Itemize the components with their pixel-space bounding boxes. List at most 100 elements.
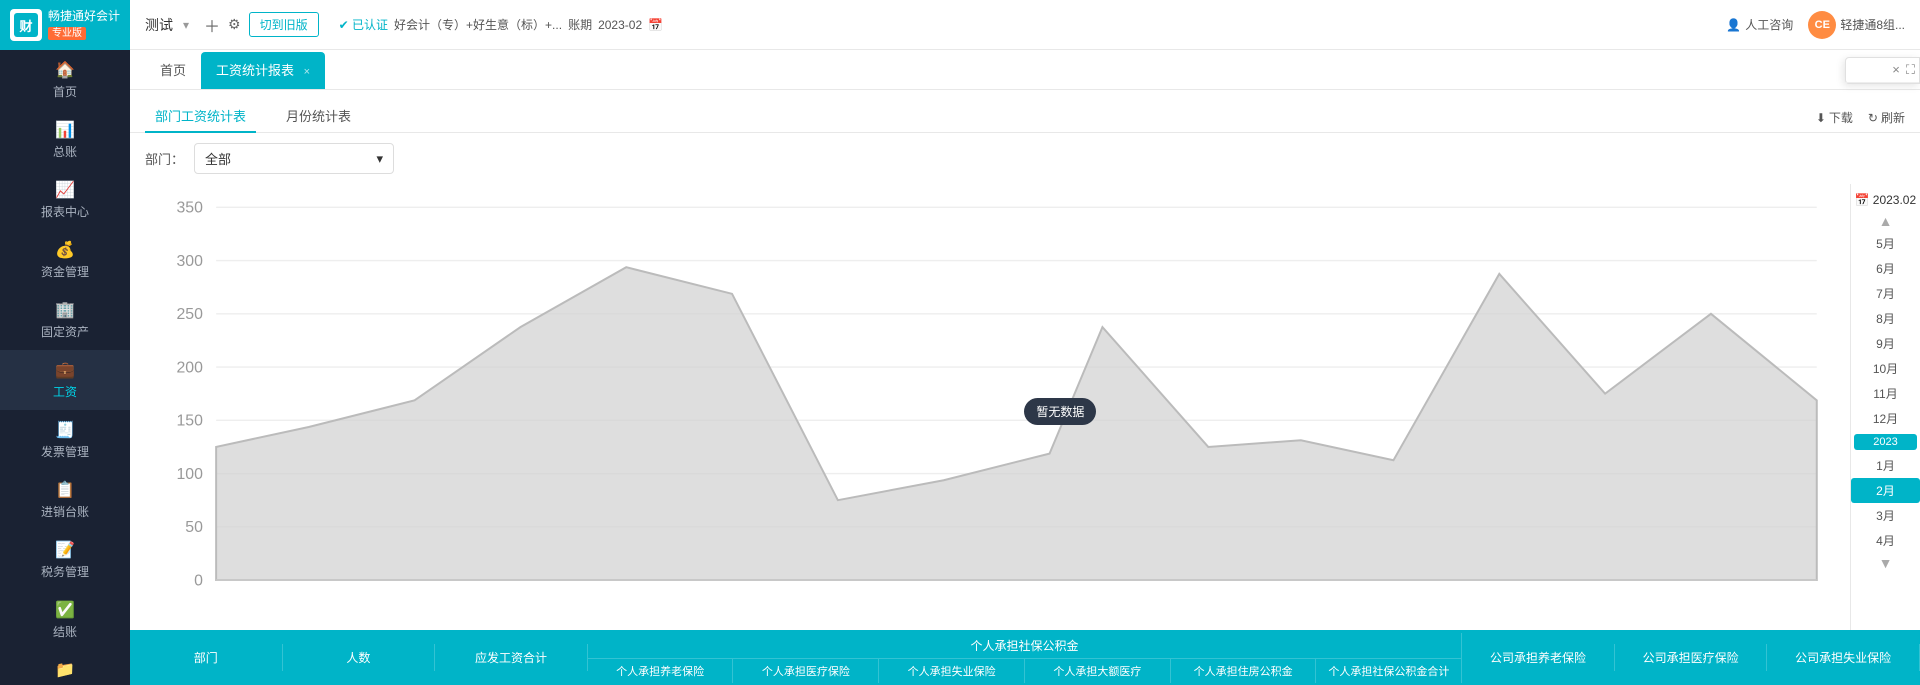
sidebar-item-tax-mgmt[interactable]: 📝 税务管理 [0, 530, 130, 590]
product-tags: 好会计（专）+好生意（标）+... [394, 16, 562, 33]
period-label: 账期 [568, 16, 592, 33]
user-menu[interactable]: CE 轻捷通8组... [1808, 11, 1905, 39]
svg-text:150: 150 [176, 413, 203, 430]
department-select[interactable]: 全部 ▾ [194, 143, 394, 174]
panel-close-button[interactable]: × [1892, 62, 1900, 78]
filter-row: 部门： 全部 ▾ [130, 133, 1920, 184]
th-personal-unemployment: 个人承担失业保险 [879, 659, 1025, 683]
certified-tag: ✔ 已认证 [339, 16, 388, 33]
logo-icon: 财 [10, 9, 42, 41]
gear-button[interactable]: ⚙ [228, 16, 241, 33]
tab-home[interactable]: 首页 [145, 52, 201, 89]
cal-month-12[interactable]: 12月 [1851, 406, 1920, 431]
calendar-header: 📅 2023.02 [1855, 189, 1916, 211]
tab-close-icon[interactable]: × [304, 66, 310, 78]
cal-month-9[interactable]: 9月 [1851, 331, 1920, 356]
calendar-icon-small: 📅 [1855, 193, 1870, 207]
th-personal-major-medical: 个人承担大额医疗 [1025, 659, 1171, 683]
cal-month-4[interactable]: 4月 [1851, 528, 1920, 553]
cal-month-1[interactable]: 1月 [1851, 453, 1920, 478]
refresh-button[interactable]: ↻ 刷新 [1868, 109, 1905, 126]
sub-tab-department[interactable]: 部门工资统计表 [145, 100, 256, 133]
svg-text:50: 50 [185, 519, 203, 536]
sub-tab-actions: ⬇ 下载 ↻ 刷新 [1816, 109, 1905, 126]
th-company-unemployment: 公司承担失业保险 [1767, 644, 1920, 671]
svg-text:350: 350 [176, 200, 203, 217]
th-group-cols: 个人承担养老保险 个人承担医疗保险 个人承担失业保险 个人承担大额医疗 个人承担… [588, 659, 1462, 683]
sidebar-item-settlement[interactable]: ✅ 结账 [0, 590, 130, 650]
svg-text:100: 100 [176, 466, 203, 483]
year-badge-2023: 2023 [1854, 434, 1916, 450]
th-personal-medical: 个人承担医疗保险 [733, 659, 879, 683]
sidebar-item-payroll[interactable]: 💼 工资 [0, 350, 130, 410]
home-icon: 🏠 [55, 60, 75, 80]
archive-icon: 📁 [55, 660, 75, 680]
cal-month-7[interactable]: 7月 [1851, 281, 1920, 306]
ai-consult-button[interactable]: 👤 人工咨询 [1726, 16, 1793, 33]
topbar-right: 👤 人工咨询 CE 轻捷通8组... [1726, 11, 1905, 39]
dropdown-arrow-icon[interactable]: ▾ [183, 18, 189, 32]
cal-month-2[interactable]: 2月 [1851, 478, 1920, 503]
svg-text:300: 300 [176, 253, 203, 270]
chart-container: 350 300 250 200 150 100 50 0 暂无数据 [130, 184, 1850, 630]
th-salary-total: 应发工资合计 [435, 644, 588, 671]
sidebar-item-invoice-mgmt[interactable]: 🧾 发票管理 [0, 410, 130, 470]
sidebar: 财 畅捷通好会计 专业版 🏠 首页 📊 总账 📈 报表中心 💰 资金管理 🏢 固… [0, 0, 130, 685]
cal-month-8[interactable]: 8月 [1851, 306, 1920, 331]
panel-expand-button[interactable]: ⛶ [1906, 62, 1915, 78]
th-company-pension: 公司承担养老保险 [1462, 644, 1615, 671]
assets-icon: 🏢 [55, 300, 75, 320]
sidebar-item-general-ledger[interactable]: 📊 总账 [0, 110, 130, 170]
panel-overlay: × ⛶ [1845, 57, 1920, 84]
sidebar-item-sales-ledger[interactable]: 📋 进销台账 [0, 470, 130, 530]
tax-icon: 📝 [55, 540, 75, 560]
svg-text:0: 0 [194, 572, 203, 589]
select-arrow-icon: ▾ [376, 151, 383, 167]
th-department: 部门 [130, 644, 283, 671]
refresh-icon: ↻ [1868, 111, 1878, 125]
sidebar-item-fixed-assets[interactable]: 🏢 固定资产 [0, 290, 130, 350]
add-button[interactable]: ＋ [204, 13, 220, 37]
sub-tab-monthly[interactable]: 月份统计表 [276, 100, 361, 133]
tabbar: 首页 工资统计报表 × [130, 50, 1920, 90]
svg-text:250: 250 [176, 306, 203, 323]
calendar-icon[interactable]: 📅 [648, 18, 663, 32]
download-button[interactable]: ⬇ 下载 [1816, 109, 1853, 126]
th-group-personal-insurance: 个人承担社保公积金 个人承担养老保险 个人承担医疗保险 个人承担失业保险 个人承… [588, 633, 1463, 683]
th-personal-total: 个人承担社保公积金合计 [1316, 659, 1461, 683]
sidebar-item-archive-mgmt[interactable]: 📁 归档管理 [0, 650, 130, 685]
content-area: 部门工资统计表 月份统计表 ⬇ 下载 ↻ 刷新 部门： 全部 ▾ [130, 90, 1920, 685]
settlement-icon: ✅ [55, 600, 75, 620]
tab-payroll-report[interactable]: 工资统计报表 × [201, 52, 325, 89]
sidebar-item-fund-management[interactable]: 💰 资金管理 [0, 230, 130, 290]
main-area: 测试 ▾ ＋ ⚙ 切到旧版 ✔ 已认证 好会计（专）+好生意（标）+... 账期… [130, 0, 1920, 685]
switch-version-button[interactable]: 切到旧版 [249, 12, 319, 37]
report-icon: 📈 [55, 180, 75, 200]
th-personal-pension: 个人承担养老保险 [588, 659, 734, 683]
cal-month-10[interactable]: 10月 [1851, 356, 1920, 381]
download-icon: ⬇ [1816, 111, 1826, 125]
th-count: 人数 [283, 644, 436, 671]
th-company-medical: 公司承担医疗保险 [1615, 644, 1768, 671]
cal-month-11[interactable]: 11月 [1851, 381, 1920, 406]
sidebar-item-report-center[interactable]: 📈 报表中心 [0, 170, 130, 230]
period-value: 2023-02 [598, 18, 642, 32]
topbar-actions: ＋ ⚙ 切到旧版 [204, 12, 319, 37]
panel-header: × ⛶ [1846, 58, 1919, 83]
calendar-nav-down[interactable]: ▼ [1851, 553, 1920, 573]
calendar-nav-up[interactable]: ▲ [1851, 211, 1920, 231]
cal-month-5[interactable]: 5月 [1851, 231, 1920, 256]
chart-area-wrapper: 350 300 250 200 150 100 50 0 暂无数据 [130, 184, 1920, 630]
th-personal-housing-fund: 个人承担住房公积金 [1171, 659, 1317, 683]
svg-text:财: 财 [19, 19, 32, 34]
svg-text:200: 200 [176, 359, 203, 376]
sidebar-logo: 财 畅捷通好会计 专业版 [0, 0, 130, 50]
sub-tabbar: 部门工资统计表 月份统计表 ⬇ 下载 ↻ 刷新 [130, 90, 1920, 133]
sidebar-item-home[interactable]: 🏠 首页 [0, 50, 130, 110]
area-chart: 350 300 250 200 150 100 50 0 [150, 194, 1830, 620]
avatar: CE [1808, 11, 1836, 39]
cal-month-6[interactable]: 6月 [1851, 256, 1920, 281]
fund-icon: 💰 [55, 240, 75, 260]
cal-month-3[interactable]: 3月 [1851, 503, 1920, 528]
sidebar-nav: 🏠 首页 📊 总账 📈 报表中心 💰 资金管理 🏢 固定资产 💼 工资 🧾 发票… [0, 50, 130, 685]
